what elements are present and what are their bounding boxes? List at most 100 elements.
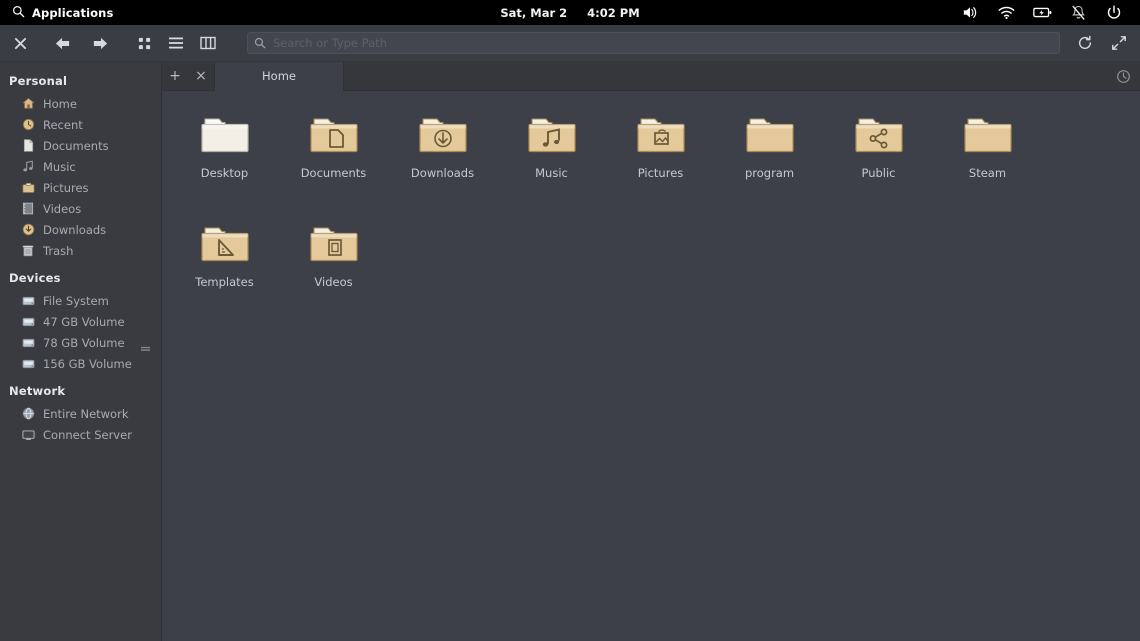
sidebar-item-label: File System — [43, 293, 109, 308]
sidebar-item-label: 78 GB Volume — [43, 335, 125, 350]
folder-label: Downloads — [410, 166, 475, 180]
folder-label: Public — [861, 166, 896, 180]
home-icon — [21, 97, 35, 111]
trash-icon — [21, 244, 35, 258]
view-mode-group — [129, 28, 223, 58]
sidebar-item-label: Recent — [43, 117, 83, 132]
search-bar[interactable] — [247, 32, 1060, 54]
folder-icon — [309, 227, 358, 262]
back-button[interactable] — [47, 28, 77, 58]
folder-label: program — [744, 166, 795, 180]
drive-icon — [21, 294, 35, 308]
sidebar-item-78gb-volume[interactable]: 78 GB Volume — [0, 332, 161, 353]
sidebar-item-label: Trash — [43, 243, 74, 258]
folder-item[interactable]: Steam — [933, 103, 1042, 212]
sidebar-item-pictures[interactable]: Pictures — [0, 177, 161, 198]
search-icon — [12, 3, 25, 22]
connect-server-icon — [21, 428, 35, 442]
folder-label: Desktop — [200, 166, 249, 180]
forward-button[interactable] — [85, 28, 115, 58]
sidebar-item-label: 156 GB Volume — [43, 356, 132, 371]
folder-icon — [200, 118, 249, 153]
folder-icon — [200, 227, 249, 262]
sidebar-item-label: Home — [43, 96, 77, 111]
pictures-icon — [21, 181, 35, 195]
sidebar-item-downloads[interactable]: Downloads — [0, 219, 161, 240]
folder-item[interactable]: Public — [824, 103, 933, 212]
folder-icon — [963, 118, 1012, 153]
close-window-button[interactable] — [5, 28, 35, 58]
folder-label: Pictures — [637, 166, 684, 180]
folder-item[interactable]: Downloads — [388, 103, 497, 212]
volume-icon[interactable] — [952, 0, 988, 25]
sidebar-item-home[interactable]: Home — [0, 93, 161, 114]
sidebar-item-connect-server[interactable]: Connect Server — [0, 424, 161, 445]
sidebar-item-file-system[interactable]: File System — [0, 290, 161, 311]
folder-item[interactable]: program — [715, 103, 824, 212]
sidebar-item-videos[interactable]: Videos — [0, 198, 161, 219]
sidebar-item-entire-network[interactable]: Entire Network — [0, 403, 161, 424]
panel-time[interactable]: 4:02 PM — [587, 6, 639, 20]
panel-date[interactable]: Sat, Mar 2 — [500, 6, 567, 20]
icon-view-button[interactable] — [129, 28, 159, 58]
folder-item[interactable]: Documents — [279, 103, 388, 212]
applications-label: Applications — [32, 5, 114, 20]
search-icon — [254, 34, 266, 53]
folder-icon — [527, 118, 576, 153]
sidebar-item-47gb-volume[interactable]: 47 GB Volume — [0, 311, 161, 332]
file-manager-toolbar — [0, 25, 1140, 62]
search-input[interactable] — [266, 33, 1059, 53]
file-view[interactable]: Desktop Documents Downloads Music Pictures pr… — [162, 91, 1140, 641]
column-view-button[interactable] — [193, 28, 223, 58]
folder-icon — [854, 118, 903, 153]
sidebar-item-recent[interactable]: Recent — [0, 114, 161, 135]
folder-icon — [745, 118, 794, 153]
sidebar-item-label: Music — [43, 159, 76, 174]
sidebar-item-156gb-volume[interactable]: 156 GB Volume — [0, 353, 161, 374]
sidebar-item-trash[interactable]: Trash — [0, 240, 161, 261]
folder-item[interactable]: Music — [497, 103, 606, 212]
drive-icon — [21, 336, 35, 350]
video-icon — [21, 202, 35, 216]
system-tray — [952, 0, 1140, 25]
folder-item[interactable]: Templates — [170, 212, 279, 321]
globe-icon — [21, 407, 35, 421]
reload-icon[interactable] — [1070, 28, 1100, 58]
wifi-icon[interactable] — [988, 0, 1024, 25]
folder-icon — [309, 118, 358, 153]
drive-icon — [21, 315, 35, 329]
folder-item[interactable]: Pictures — [606, 103, 715, 212]
sidebar-item-label: Videos — [43, 201, 82, 216]
sidebar-section-personal: Personal — [9, 74, 68, 88]
battery-charging-icon[interactable] — [1024, 0, 1060, 25]
sidebar-item-label: Pictures — [43, 180, 89, 195]
history-clock-icon[interactable] — [1106, 62, 1140, 91]
fullscreen-icon[interactable] — [1104, 28, 1134, 58]
music-note-icon — [21, 160, 35, 174]
drive-icon — [21, 357, 35, 371]
icon-grid: Desktop Documents Downloads Music Pictures pr… — [162, 91, 1140, 321]
downloads-icon — [21, 223, 35, 237]
sidebar-item-music[interactable]: Music — [0, 156, 161, 177]
power-icon[interactable] — [1096, 0, 1132, 25]
folder-label: Music — [535, 166, 568, 180]
new-tab-button[interactable]: + — [162, 62, 188, 91]
sidebar-item-label: 47 GB Volume — [43, 314, 125, 329]
eject-icon[interactable] — [140, 338, 151, 351]
folder-label: Steam — [968, 166, 1007, 180]
applications-menu-button[interactable]: Applications — [0, 0, 123, 25]
notification-muted-icon[interactable] — [1060, 0, 1096, 25]
list-view-button[interactable] — [161, 28, 191, 58]
folder-label: Videos — [314, 275, 353, 289]
recent-clock-icon — [21, 118, 35, 132]
sidebar-section-network: Network — [9, 384, 66, 398]
sidebar-item-label: Entire Network — [43, 406, 129, 421]
close-tab-button[interactable]: × — [188, 62, 214, 91]
folder-icon — [418, 118, 467, 153]
folder-item[interactable]: Desktop — [170, 103, 279, 212]
folder-item[interactable]: Videos — [279, 212, 388, 321]
sidebar-item-label: Documents — [43, 138, 109, 153]
tab-home[interactable]: Home — [214, 61, 344, 91]
sidebar-item-documents[interactable]: Documents — [0, 135, 161, 156]
places-sidebar: Personal Home Recent Documents Music Pic… — [0, 62, 162, 641]
